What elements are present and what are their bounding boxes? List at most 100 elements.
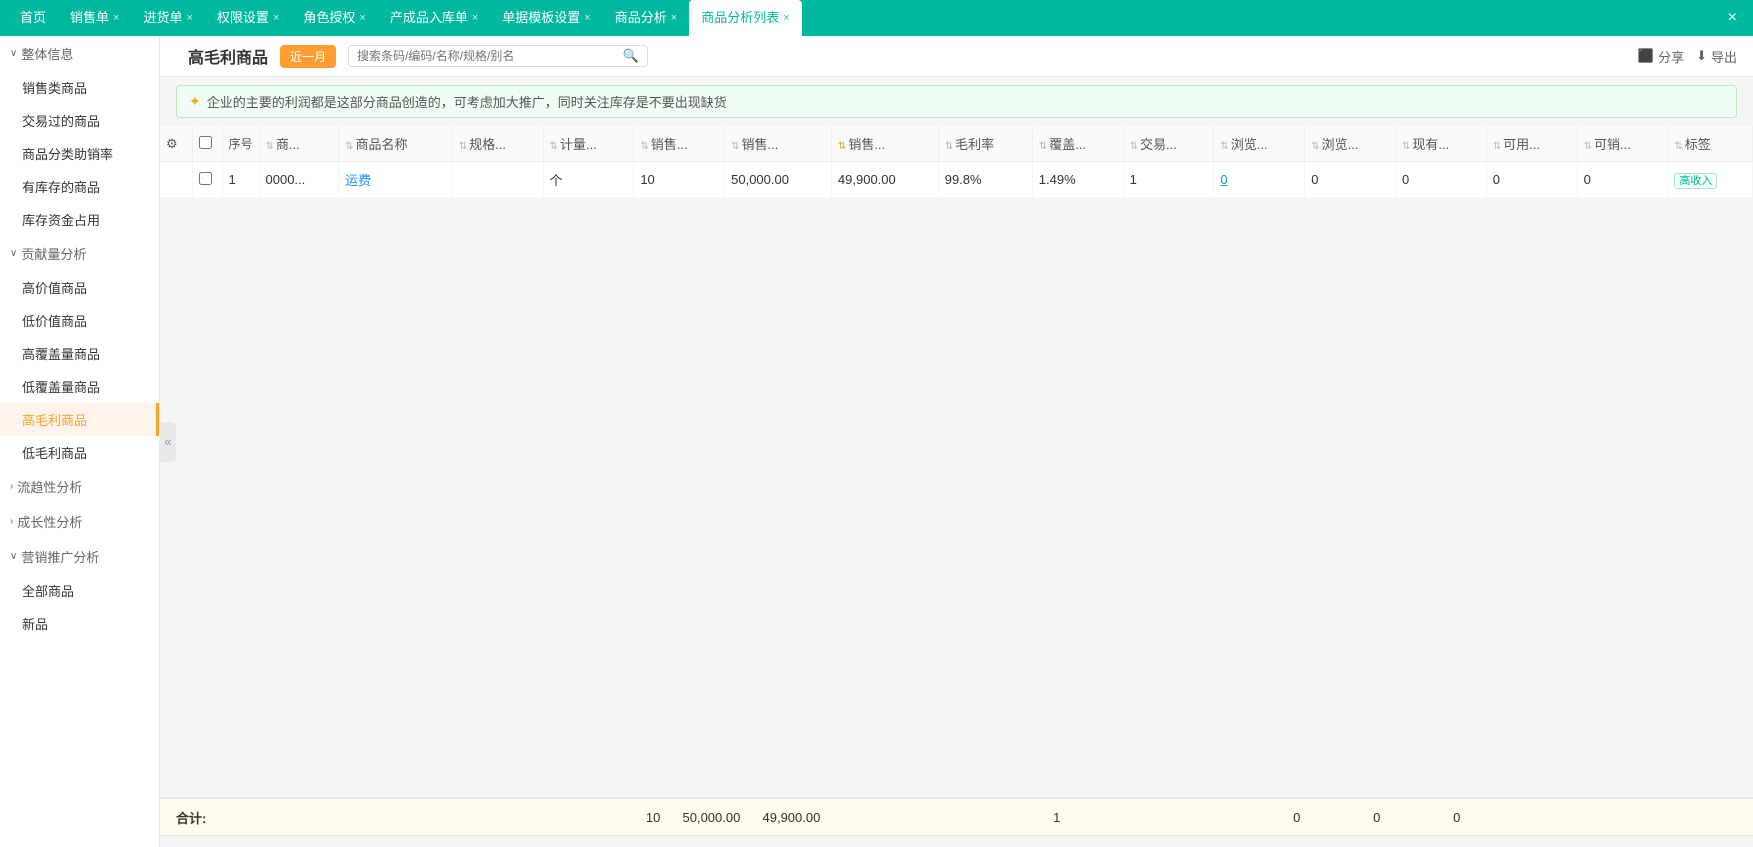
sidebar-item-high-margin[interactable]: 高毛利商品 bbox=[0, 403, 159, 436]
close-icon[interactable]: × bbox=[273, 0, 279, 36]
info-banner: ✦ 企业的主要的利润都是这部分商品创造的，可考虑加大推广，同时关注库存是不要出现… bbox=[176, 85, 1737, 118]
footer-sales-cost: 49,900.00 bbox=[746, 810, 826, 825]
cell-current-stock: 0 bbox=[1395, 162, 1486, 198]
cell-available: 0 bbox=[1486, 162, 1577, 198]
cell-settings bbox=[160, 162, 192, 198]
sidebar-group-growth[interactable]: › 成长性分析 bbox=[0, 504, 159, 539]
col-name: ⇅商品名称 bbox=[339, 126, 453, 162]
sidebar-item-sales-goods[interactable]: 销售类商品 bbox=[0, 71, 159, 104]
cell-saleable: 0 bbox=[1577, 162, 1668, 198]
horizontal-scrollbar[interactable] bbox=[160, 835, 1753, 847]
cell-gross-margin: 99.8% bbox=[938, 162, 1032, 198]
sidebar-group-overall[interactable]: ∨ 整体信息 bbox=[0, 36, 159, 71]
main-area: ∨ 整体信息 销售类商品 交易过的商品 商品分类助销率 有库存的商品 库存资金占… bbox=[0, 36, 1753, 847]
table-wrapper: ⚙ 序号 ⇅商... ⇅商品名称 ⇅规格... bbox=[160, 126, 1753, 797]
share-button[interactable]: ⬛ 分享 bbox=[1638, 47, 1684, 66]
sidebar-item-all-goods[interactable]: 全部商品 bbox=[0, 574, 159, 607]
cell-sales-cost: 49,900.00 bbox=[831, 162, 938, 198]
col-tag: ⇅标签 bbox=[1668, 126, 1753, 162]
tab-template-setting[interactable]: 单据模板设置 × bbox=[490, 0, 602, 36]
col-browse1: ⇅浏览... bbox=[1214, 126, 1305, 162]
footer-coverage bbox=[906, 810, 986, 825]
page-title: 高毛利商品 bbox=[188, 44, 268, 68]
info-icon: ✦ bbox=[189, 93, 201, 110]
sidebar-item-high-value[interactable]: 高价值商品 bbox=[0, 271, 159, 304]
col-trade: ⇅交易... bbox=[1123, 126, 1214, 162]
tab-home[interactable]: 首页 bbox=[8, 0, 58, 36]
sidebar-group-trend[interactable]: › 流趋性分析 bbox=[0, 469, 159, 504]
tab-purchase-order[interactable]: 进货单 × bbox=[131, 0, 204, 36]
close-icon[interactable]: × bbox=[783, 0, 789, 36]
col-available: ⇅可用... bbox=[1486, 126, 1577, 162]
sidebar-group-contribution[interactable]: ∨ 贡献量分析 bbox=[0, 236, 159, 271]
footer-sales-amount: 50,000.00 bbox=[666, 810, 746, 825]
table-header-row: ⚙ 序号 ⇅商... ⇅商品名称 ⇅规格... bbox=[160, 126, 1753, 162]
cell-unit: 个 bbox=[543, 162, 634, 198]
col-browse2: ⇅浏览... bbox=[1305, 126, 1396, 162]
chevron-right-icon: › bbox=[10, 516, 13, 527]
sidebar-item-in-stock[interactable]: 有库存的商品 bbox=[0, 170, 159, 203]
close-icon[interactable]: × bbox=[472, 0, 478, 36]
cell-checkbox bbox=[192, 162, 222, 198]
close-icon[interactable]: × bbox=[359, 0, 365, 36]
table-row: 1 0000... 运费 个 bbox=[160, 162, 1753, 198]
close-icon[interactable]: × bbox=[584, 0, 590, 36]
chevron-down-icon: ∨ bbox=[10, 48, 17, 59]
footer-values: 10 50,000.00 49,900.00 1 0 bbox=[226, 810, 1737, 825]
col-settings[interactable]: ⚙ bbox=[160, 126, 192, 162]
footer-browse1 bbox=[1066, 810, 1146, 825]
tab-product-inbound[interactable]: 产成品入库单 × bbox=[378, 0, 490, 36]
sidebar-item-traded-goods[interactable]: 交易过的商品 bbox=[0, 104, 159, 137]
export-button[interactable]: ⬇ 导出 bbox=[1696, 47, 1737, 66]
content-area: « 高毛利商品 近一月 🔍 ⬛ 分享 ⬇ 导出 ✦ bbox=[160, 36, 1753, 847]
chevron-right-icon: › bbox=[10, 481, 13, 492]
sidebar-item-low-margin[interactable]: 低毛利商品 bbox=[0, 436, 159, 469]
search-icon[interactable]: 🔍 bbox=[623, 48, 639, 64]
footer-browse2 bbox=[1146, 810, 1226, 825]
search-input[interactable] bbox=[357, 49, 623, 63]
export-icon: ⬇ bbox=[1696, 48, 1707, 64]
col-code: ⇅商... bbox=[259, 126, 339, 162]
tab-role-auth[interactable]: 角色授权 × bbox=[291, 0, 377, 36]
filter-recent-month-button[interactable]: 近一月 bbox=[280, 45, 336, 68]
window-close-button[interactable]: × bbox=[1720, 9, 1745, 27]
tab-product-analysis-list[interactable]: 商品分析列表 × bbox=[689, 0, 801, 36]
sidebar-item-stock-capital[interactable]: 库存资金占用 bbox=[0, 203, 159, 236]
sidebar-collapse-button[interactable]: « bbox=[160, 422, 176, 462]
col-current-stock: ⇅现有... bbox=[1395, 126, 1486, 162]
footer-trade: 1 bbox=[986, 810, 1066, 825]
close-icon[interactable]: × bbox=[113, 0, 119, 36]
sidebar-group-marketing[interactable]: ∨ 营销推广分析 bbox=[0, 539, 159, 574]
tab-permission[interactable]: 权限设置 × bbox=[205, 0, 291, 36]
cell-sales-qty: 10 bbox=[634, 162, 725, 198]
sidebar-item-low-value[interactable]: 低价值商品 bbox=[0, 304, 159, 337]
top-nav: 首页 销售单 × 进货单 × 权限设置 × 角色授权 × 产成品入库单 × 单据… bbox=[0, 0, 1753, 36]
content-header: 高毛利商品 近一月 🔍 ⬛ 分享 ⬇ 导出 bbox=[160, 36, 1753, 77]
sidebar-item-low-coverage[interactable]: 低覆盖量商品 bbox=[0, 370, 159, 403]
footer-current-stock: 0 bbox=[1226, 810, 1306, 825]
close-icon[interactable]: × bbox=[186, 0, 192, 36]
share-icon: ⬛ bbox=[1638, 48, 1654, 64]
settings-icon[interactable]: ⚙ bbox=[166, 136, 178, 151]
cell-browse1: 0 bbox=[1214, 162, 1305, 198]
col-gross-margin: ⇅毛利率 bbox=[938, 126, 1032, 162]
tab-product-analysis[interactable]: 商品分析 × bbox=[603, 0, 689, 36]
cell-coverage: 1.49% bbox=[1032, 162, 1123, 198]
header-actions: ⬛ 分享 ⬇ 导出 bbox=[1638, 47, 1737, 66]
data-table: ⚙ 序号 ⇅商... ⇅商品名称 ⇅规格... bbox=[160, 126, 1753, 198]
close-icon[interactable]: × bbox=[671, 0, 677, 36]
footer-margin bbox=[826, 810, 906, 825]
select-all-checkbox[interactable] bbox=[199, 136, 212, 149]
row-checkbox[interactable] bbox=[199, 172, 212, 185]
cell-name[interactable]: 运费 bbox=[339, 162, 453, 198]
sidebar-item-category-assist[interactable]: 商品分类助销率 bbox=[0, 137, 159, 170]
sidebar: ∨ 整体信息 销售类商品 交易过的商品 商品分类助销率 有库存的商品 库存资金占… bbox=[0, 36, 160, 847]
col-checkbox bbox=[192, 126, 222, 162]
search-box: 🔍 bbox=[348, 45, 648, 67]
col-sales-amount: ⇅销售... bbox=[725, 126, 832, 162]
sidebar-item-new-products[interactable]: 新品 bbox=[0, 607, 159, 640]
chevron-down-icon: ∨ bbox=[10, 248, 17, 259]
tab-sales-order[interactable]: 销售单 × bbox=[58, 0, 131, 36]
sidebar-item-high-coverage[interactable]: 高覆盖量商品 bbox=[0, 337, 159, 370]
cell-sales-amount: 50,000.00 bbox=[725, 162, 832, 198]
